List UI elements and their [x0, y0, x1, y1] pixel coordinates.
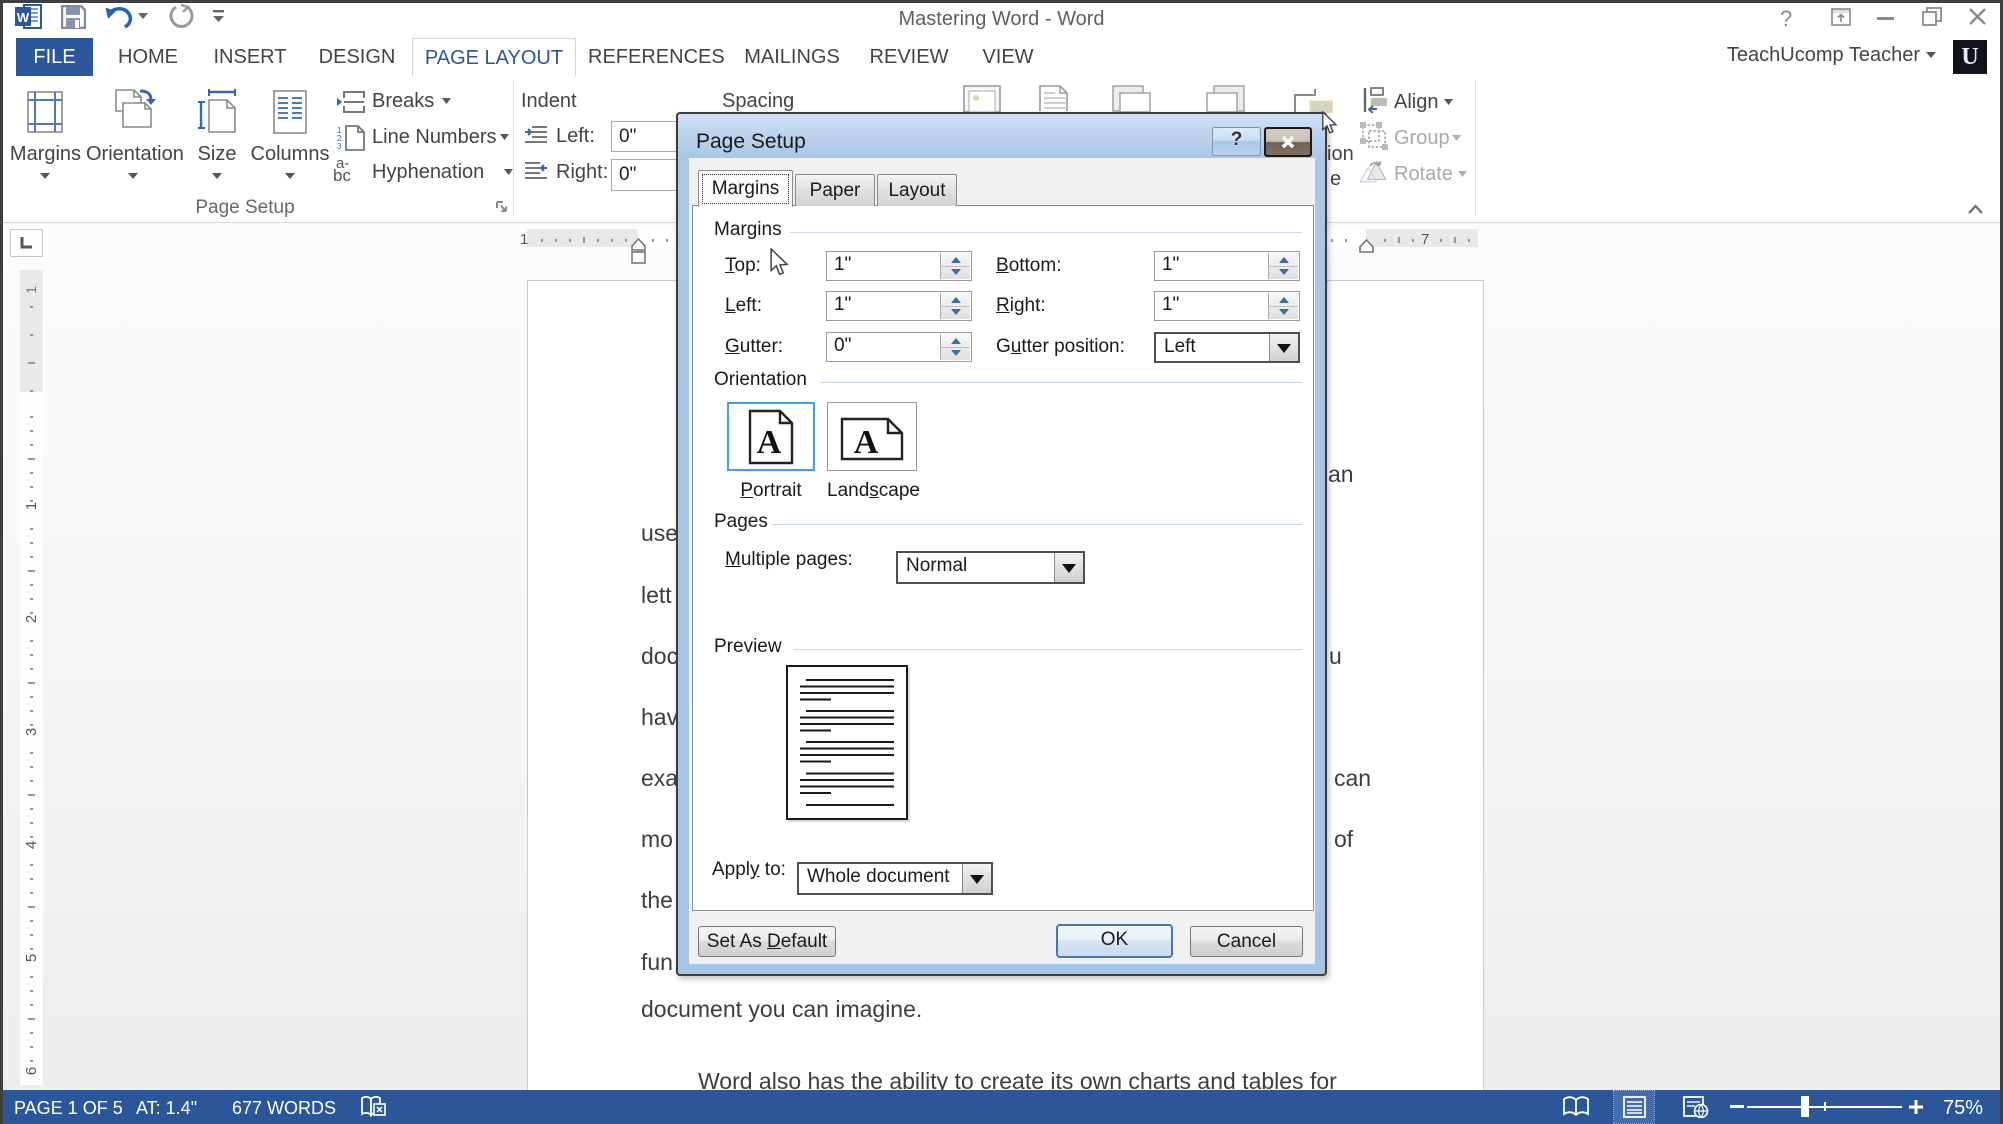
svg-text:1: 1	[23, 502, 40, 510]
svg-text:5: 5	[23, 954, 40, 962]
svg-text:3: 3	[23, 728, 40, 736]
svg-text:A: A	[854, 424, 879, 461]
svg-text:2: 2	[23, 615, 40, 623]
svg-text:1: 1	[23, 286, 39, 294]
svg-text:A: A	[757, 424, 782, 461]
svg-text:3: 3	[337, 142, 342, 151]
svg-text:4: 4	[23, 841, 40, 849]
svg-text:6: 6	[23, 1067, 40, 1075]
